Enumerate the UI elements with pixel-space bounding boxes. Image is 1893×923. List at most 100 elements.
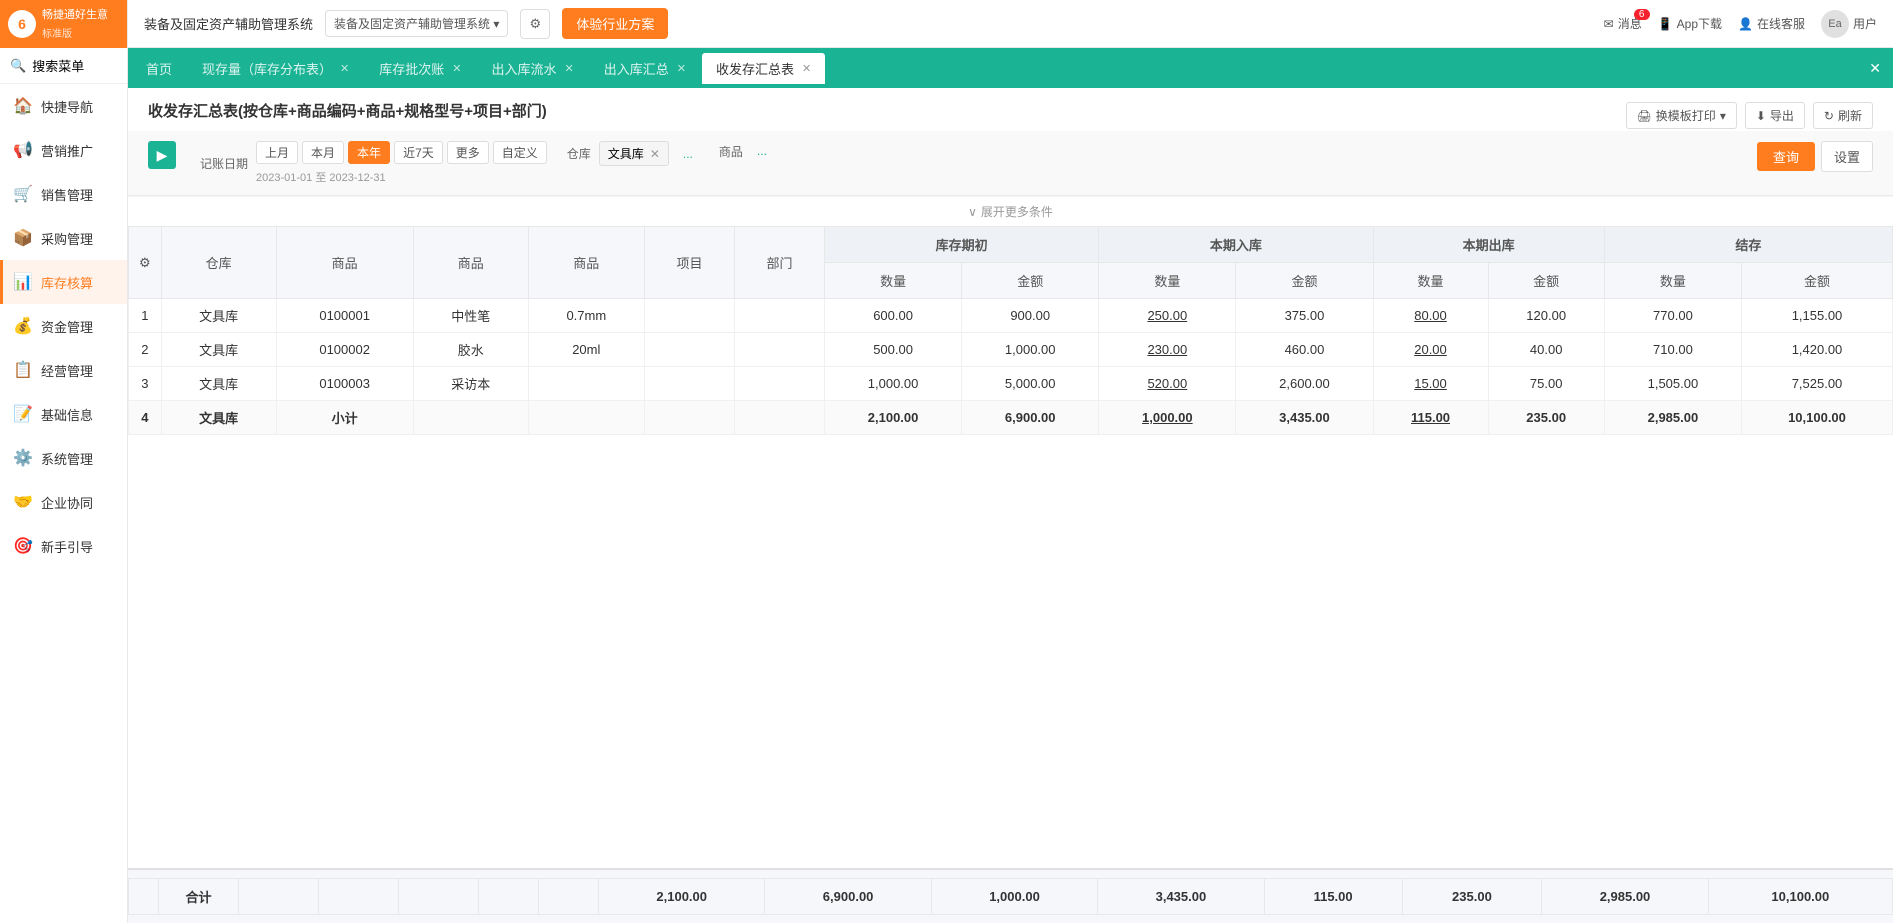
app-download-button[interactable]: 📱 App下载: [1658, 15, 1722, 32]
sidebar-item-operations[interactable]: 📋 经营管理: [0, 348, 127, 392]
col-settings[interactable]: ⚙: [129, 227, 162, 299]
warehouse-tag[interactable]: 文具库 ✕: [599, 141, 669, 166]
footer-in-qty: 1,000.00: [931, 879, 1097, 915]
topbar: 装备及固定资产辅助管理系统 装备及固定资产辅助管理系统 ▾ ⚙ 体验行业方案 ✉…: [128, 0, 1893, 48]
tab-inout-flow[interactable]: 出入库流水 ✕: [477, 53, 587, 84]
tab-batch-ledger[interactable]: 库存批次账 ✕: [365, 53, 475, 84]
cell-warehouse: 文具库: [161, 333, 276, 367]
tab-inout-summary-close[interactable]: ✕: [677, 62, 686, 75]
cell-in-qty[interactable]: 1,000.00: [1099, 401, 1236, 435]
sidebar-search-label: 搜索菜单: [32, 56, 84, 75]
sidebar-item-label: 资金管理: [41, 317, 93, 336]
cell-balance-amt: 7,525.00: [1741, 367, 1892, 401]
cell-index: 4: [129, 401, 162, 435]
tab-recv-send-summary[interactable]: 收发存汇总表 ✕: [702, 53, 825, 84]
cell-in-qty[interactable]: 520.00: [1099, 367, 1236, 401]
cell-department: [734, 333, 824, 367]
sidebar-item-quick-nav[interactable]: 🏠 快捷导航: [0, 84, 127, 128]
cell-warehouse: 文具库: [161, 367, 276, 401]
cell-out-qty[interactable]: 115.00: [1373, 401, 1488, 435]
messages-button[interactable]: ✉ 消息 6: [1604, 15, 1642, 32]
cell-balance-qty: 1,505.00: [1604, 367, 1741, 401]
expand-conditions-button[interactable]: ∨ 展开更多条件: [968, 203, 1053, 220]
date-btn-7days[interactable]: 近7天: [394, 141, 443, 164]
tab-inventory-dist-close[interactable]: ✕: [340, 62, 349, 75]
tab-home[interactable]: 首页: [132, 53, 186, 84]
sidebar-search-item[interactable]: 🔍 搜索菜单: [0, 48, 127, 84]
inventory-icon: 📊: [13, 272, 33, 292]
setting-button[interactable]: 设置: [1821, 141, 1873, 172]
cell-in-qty[interactable]: 230.00: [1099, 333, 1236, 367]
cell-balance-qty: 2,985.00: [1604, 401, 1741, 435]
tab-inventory-dist[interactable]: 现存量（库存分布表） ✕: [188, 53, 363, 84]
page-content: 收发存汇总表(按仓库+商品编码+商品+规格型号+项目+部门) 🖨 换模板打印 ▾…: [128, 88, 1893, 923]
cell-opening-amt: 900.00: [962, 299, 1099, 333]
filter-toggle-button[interactable]: ▶: [148, 141, 176, 169]
tab-batch-ledger-label: 库存批次账: [379, 59, 444, 78]
settings-button[interactable]: ⚙: [520, 9, 550, 39]
col-product-code-header: 商品: [276, 227, 413, 299]
sidebar-item-label: 库存核算: [41, 273, 93, 292]
date-range-display: 2023-01-01 至 2023-12-31: [256, 169, 547, 185]
col-balance-amt-header: 金额: [1741, 263, 1892, 299]
online-service-button[interactable]: 👤 在线客服: [1738, 15, 1805, 32]
date-btn-more[interactable]: 更多: [447, 141, 489, 164]
warehouse-tag-close[interactable]: ✕: [650, 147, 660, 161]
system-selector[interactable]: 装备及固定资产辅助管理系统 ▾: [325, 10, 508, 37]
sidebar-item-finance[interactable]: 💰 资金管理: [0, 304, 127, 348]
export-button[interactable]: ⬇ 导出: [1745, 102, 1805, 129]
sidebar-item-marketing[interactable]: 📢 营销推广: [0, 128, 127, 172]
goods-more-button[interactable]: ...: [751, 141, 773, 161]
cell-product-name: 中性笔: [413, 299, 528, 333]
print-btn-label: 换模板打印: [1656, 107, 1716, 124]
tab-inout-flow-close[interactable]: ✕: [565, 62, 574, 75]
sidebar-item-inventory[interactable]: 📊 库存核算: [0, 260, 127, 304]
cell-opening-amt: 6,900.00: [962, 401, 1099, 435]
date-btn-custom[interactable]: 自定义: [493, 141, 547, 164]
sidebar-item-sales[interactable]: 🛒 销售管理: [0, 172, 127, 216]
sidebar-item-label: 经营管理: [41, 361, 93, 380]
table-area: ⚙ 仓库 商品 商品 商品 项目 部门 库存期初 本期入库 本期出库 结存 数量: [128, 226, 1893, 868]
tab-batch-ledger-close[interactable]: ✕: [452, 62, 461, 75]
user-menu-button[interactable]: Ea 用户: [1821, 10, 1877, 38]
sidebar-item-beginner[interactable]: 🎯 新手引导: [0, 524, 127, 568]
tab-bar-close[interactable]: ✕: [1861, 60, 1889, 77]
cell-out-qty[interactable]: 20.00: [1373, 333, 1488, 367]
cell-in-qty[interactable]: 250.00: [1099, 299, 1236, 333]
table-row: 4文具库小计2,100.006,900.001,000.003,435.0011…: [129, 401, 1893, 435]
tab-inout-summary[interactable]: 出入库汇总 ✕: [590, 53, 700, 84]
refresh-button[interactable]: ↻ 刷新: [1813, 102, 1873, 129]
cell-out-qty[interactable]: 80.00: [1373, 299, 1488, 333]
cell-opening-qty: 500.00: [825, 333, 962, 367]
print-template-button[interactable]: 🖨 换模板打印 ▾: [1626, 102, 1737, 129]
cell-product-name: 采访本: [413, 367, 528, 401]
warehouse-more-button[interactable]: ...: [677, 144, 699, 164]
cell-out-qty[interactable]: 15.00: [1373, 367, 1488, 401]
cell-product-spec: [528, 367, 644, 401]
date-btn-this-year[interactable]: 本年: [348, 141, 390, 164]
sidebar-item-enterprise[interactable]: 🤝 企业协同: [0, 480, 127, 524]
cell-warehouse: 文具库: [161, 299, 276, 333]
system-title: 装备及固定资产辅助管理系统: [144, 14, 313, 33]
footer-in-amt: 3,435.00: [1098, 879, 1264, 915]
date-btn-this-month[interactable]: 本月: [302, 141, 344, 164]
cell-balance-amt: 1,155.00: [1741, 299, 1892, 333]
tab-recv-send-summary-close[interactable]: ✕: [802, 62, 811, 75]
home-icon: 🏠: [13, 96, 33, 116]
sidebar-item-basic-info[interactable]: 📝 基础信息: [0, 392, 127, 436]
trial-button[interactable]: 体验行业方案: [562, 8, 668, 39]
goods-filter-label: 商品: [719, 143, 743, 160]
date-btn-last-month[interactable]: 上月: [256, 141, 298, 164]
query-button[interactable]: 查询: [1757, 142, 1815, 171]
sidebar-item-label: 系统管理: [41, 449, 93, 468]
refresh-icon: ↻: [1824, 109, 1834, 123]
cell-out-amt: 120.00: [1488, 299, 1604, 333]
tab-home-label: 首页: [146, 59, 172, 78]
sidebar-item-purchase[interactable]: 📦 采购管理: [0, 216, 127, 260]
cell-balance-qty: 710.00: [1604, 333, 1741, 367]
col-balance-qty-header: 数量: [1604, 263, 1741, 299]
sidebar-item-system[interactable]: ⚙️ 系统管理: [0, 436, 127, 480]
cell-in-amt: 460.00: [1236, 333, 1373, 367]
footer-out-amt: 235.00: [1402, 879, 1542, 915]
refresh-btn-label: 刷新: [1838, 107, 1862, 124]
